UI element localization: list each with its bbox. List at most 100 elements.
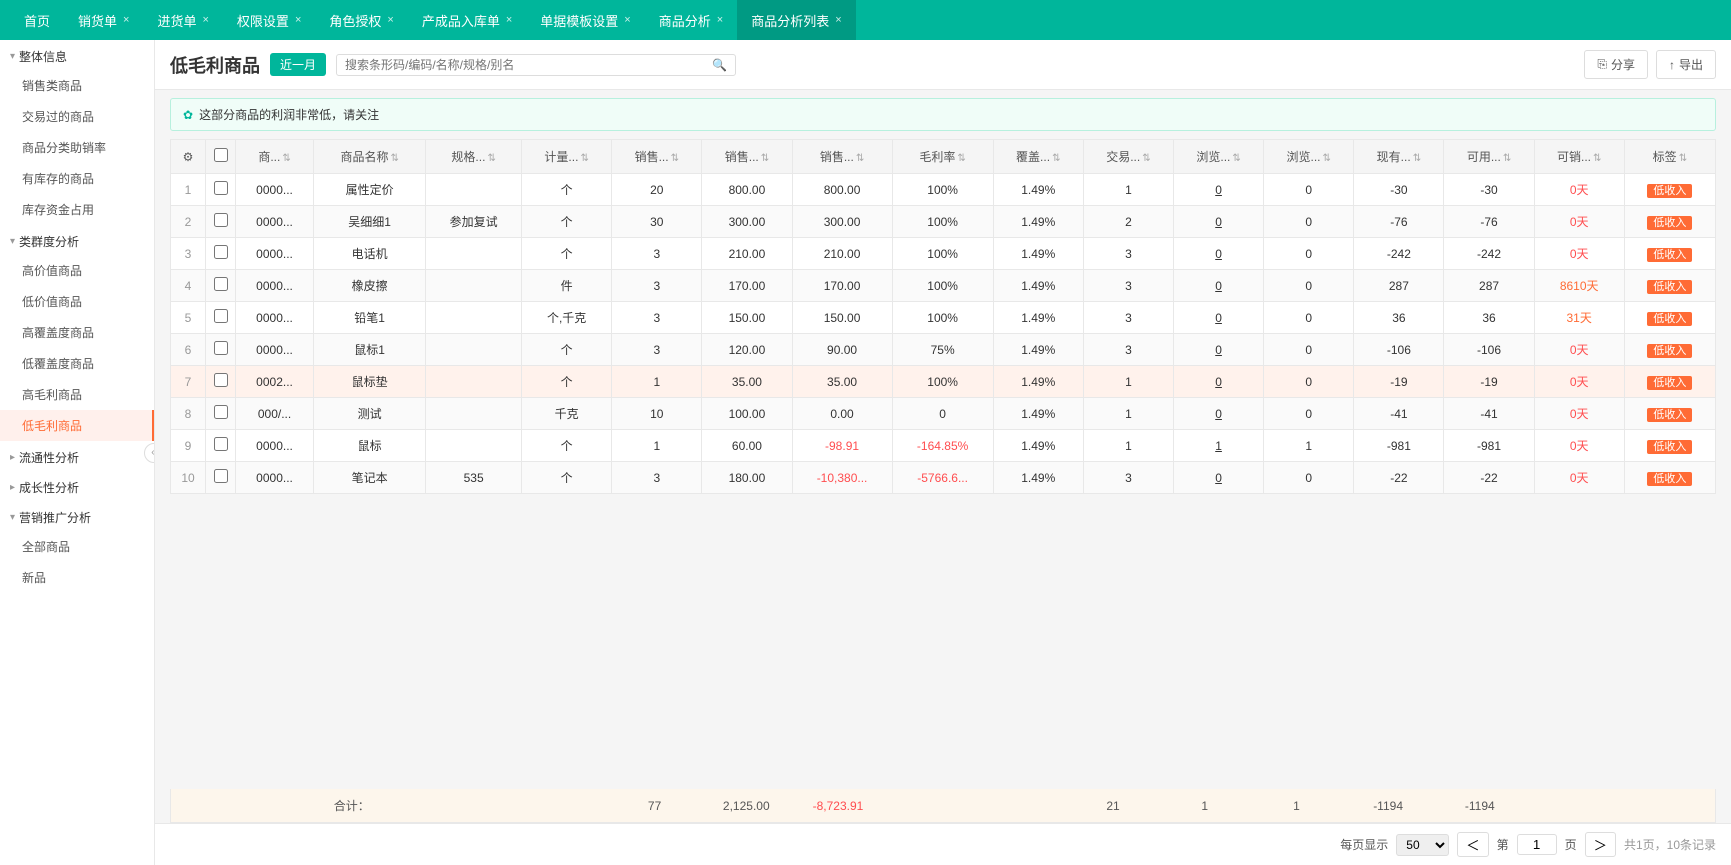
row-checkbox[interactable]	[214, 405, 228, 419]
row-index: 10	[171, 462, 206, 494]
sidebar-item-high-value[interactable]: 高价值商品	[0, 255, 154, 286]
sidebar-item-all-products[interactable]: 全部商品	[0, 531, 154, 562]
row-view1[interactable]: 0	[1173, 366, 1263, 398]
row-view1[interactable]: 0	[1173, 302, 1263, 334]
row-checkbox[interactable]	[214, 213, 228, 227]
row-current-stock: -30	[1354, 174, 1444, 206]
close-icon[interactable]: ×	[202, 14, 208, 26]
sidebar-group-growth[interactable]: ▸ 成长性分析	[0, 471, 154, 501]
close-icon[interactable]: ×	[717, 14, 723, 26]
settings-icon[interactable]: ⚙	[183, 150, 194, 164]
col-sellable[interactable]: 可销...⇅	[1534, 140, 1624, 174]
table-row: 9 0000... 鼠标 个 1 60.00 -98.91 -164.85% 1…	[171, 430, 1716, 462]
sidebar-item-category-assist[interactable]: 商品分类助销率	[0, 132, 154, 163]
row-view2: 0	[1264, 174, 1354, 206]
close-icon[interactable]: ×	[624, 14, 630, 26]
row-gross-margin: 75%	[892, 334, 993, 366]
close-icon[interactable]: ×	[123, 14, 129, 26]
col-sales-qty[interactable]: 销售...⇅	[612, 140, 702, 174]
sidebar-item-high-coverage[interactable]: 高覆盖度商品	[0, 317, 154, 348]
row-view1[interactable]: 0	[1173, 174, 1263, 206]
close-icon[interactable]: ×	[835, 14, 841, 26]
row-transaction: 1	[1083, 430, 1173, 462]
share-button[interactable]: ⎘ 分享	[1584, 50, 1648, 79]
close-icon[interactable]: ×	[387, 14, 393, 26]
search-icon[interactable]: 🔍	[712, 58, 727, 72]
sidebar-item-low-coverage[interactable]: 低覆盖度商品	[0, 348, 154, 379]
row-transaction: 1	[1083, 398, 1173, 430]
sidebar-item-new-products[interactable]: 新品	[0, 562, 154, 593]
prev-page-button[interactable]: ＜	[1457, 832, 1488, 857]
nav-product-analysis[interactable]: 商品分析 ×	[645, 0, 737, 40]
per-page-select[interactable]: 50 20 100	[1396, 834, 1449, 856]
sidebar-item-high-margin[interactable]: 高毛利商品	[0, 379, 154, 410]
row-checkbox[interactable]	[214, 341, 228, 355]
row-checkbox[interactable]	[214, 181, 228, 195]
nav-purchase-order[interactable]: 进货单 ×	[143, 0, 222, 40]
nav-permission-setting[interactable]: 权限设置 ×	[223, 0, 315, 40]
nav-home[interactable]: 首页	[10, 0, 64, 40]
nav-product-analysis-list[interactable]: 商品分析列表 ×	[737, 0, 855, 40]
row-view2: 0	[1264, 462, 1354, 494]
row-view1[interactable]: 0	[1173, 270, 1263, 302]
row-view1[interactable]: 0	[1173, 462, 1263, 494]
table-row: 6 0000... 鼠标1 个 3 120.00 90.00 75% 1.49%…	[171, 334, 1716, 366]
export-button[interactable]: ↑ 导出	[1656, 50, 1716, 79]
period-button[interactable]: 近一月	[270, 53, 326, 76]
next-page-button[interactable]: ＞	[1585, 832, 1616, 857]
sidebar-item-low-margin[interactable]: 低毛利商品	[0, 410, 154, 441]
sidebar-group-cluster[interactable]: ▾ 类群度分析	[0, 225, 154, 255]
select-all-checkbox[interactable]	[214, 148, 228, 162]
row-view1[interactable]: 0	[1173, 238, 1263, 270]
col-tag[interactable]: 标签⇅	[1624, 140, 1715, 174]
chevron-right-icon: ▸	[10, 482, 15, 493]
table-row: 1 0000... 属性定价 个 20 800.00 800.00 100% 1…	[171, 174, 1716, 206]
row-gross-margin: -5766.6...	[892, 462, 993, 494]
page-number-input[interactable]	[1517, 834, 1557, 855]
col-view1[interactable]: 浏览...⇅	[1173, 140, 1263, 174]
nav-product-storage[interactable]: 产成品入库单 ×	[408, 0, 526, 40]
sidebar-item-low-value[interactable]: 低价值商品	[0, 286, 154, 317]
close-icon[interactable]: ×	[295, 14, 301, 26]
close-icon[interactable]: ×	[506, 14, 512, 26]
col-available[interactable]: 可用...⇅	[1444, 140, 1534, 174]
sidebar-group-overall[interactable]: ▾ 整体信息	[0, 40, 154, 70]
search-input[interactable]	[345, 58, 708, 72]
page-label: 第	[1497, 836, 1509, 853]
col-current-stock[interactable]: 现有...⇅	[1354, 140, 1444, 174]
row-checkbox[interactable]	[214, 373, 228, 387]
data-table-container[interactable]: ⚙ 商...⇅ 商品名称⇅ 规格...⇅ 计量...⇅ 销售...⇅ 销售...…	[170, 139, 1716, 789]
row-view1[interactable]: 0	[1173, 334, 1263, 366]
sidebar-group-marketing[interactable]: ▾ 营销推广分析	[0, 501, 154, 531]
row-checkbox[interactable]	[214, 469, 228, 483]
col-sales-price[interactable]: 销售...⇅	[702, 140, 792, 174]
col-sales-amount[interactable]: 销售...⇅	[792, 140, 892, 174]
col-code[interactable]: 商...⇅	[236, 140, 314, 174]
row-view1[interactable]: 1	[1173, 430, 1263, 462]
col-coverage[interactable]: 覆盖...⇅	[993, 140, 1083, 174]
row-checkbox[interactable]	[214, 245, 228, 259]
sidebar-item-stock-capital[interactable]: 库存资金占用	[0, 194, 154, 225]
col-unit[interactable]: 计量...⇅	[522, 140, 612, 174]
nav-role-auth[interactable]: 角色授权 ×	[315, 0, 407, 40]
col-check[interactable]	[206, 140, 236, 174]
row-view1[interactable]: 0	[1173, 398, 1263, 430]
row-current-stock: 287	[1354, 270, 1444, 302]
col-spec[interactable]: 规格...⇅	[426, 140, 522, 174]
nav-template-setting[interactable]: 单据模板设置 ×	[526, 0, 644, 40]
nav-sales-order[interactable]: 销货单 ×	[64, 0, 143, 40]
row-checkbox[interactable]	[214, 309, 228, 323]
sidebar-item-in-stock[interactable]: 有库存的商品	[0, 163, 154, 194]
col-view2[interactable]: 浏览...⇅	[1264, 140, 1354, 174]
row-available: -19	[1444, 366, 1534, 398]
row-view1[interactable]: 0	[1173, 206, 1263, 238]
col-gross-margin[interactable]: 毛利率⇅	[892, 140, 993, 174]
row-checkbox[interactable]	[214, 437, 228, 451]
sidebar-group-liquidity[interactable]: ▸ 流通性分析	[0, 441, 154, 471]
row-checkbox[interactable]	[214, 277, 228, 291]
sidebar-item-sales-products[interactable]: 销售类商品	[0, 70, 154, 101]
col-settings[interactable]: ⚙	[171, 140, 206, 174]
sidebar-item-traded-products[interactable]: 交易过的商品	[0, 101, 154, 132]
col-name[interactable]: 商品名称⇅	[314, 140, 426, 174]
col-transaction[interactable]: 交易...⇅	[1083, 140, 1173, 174]
